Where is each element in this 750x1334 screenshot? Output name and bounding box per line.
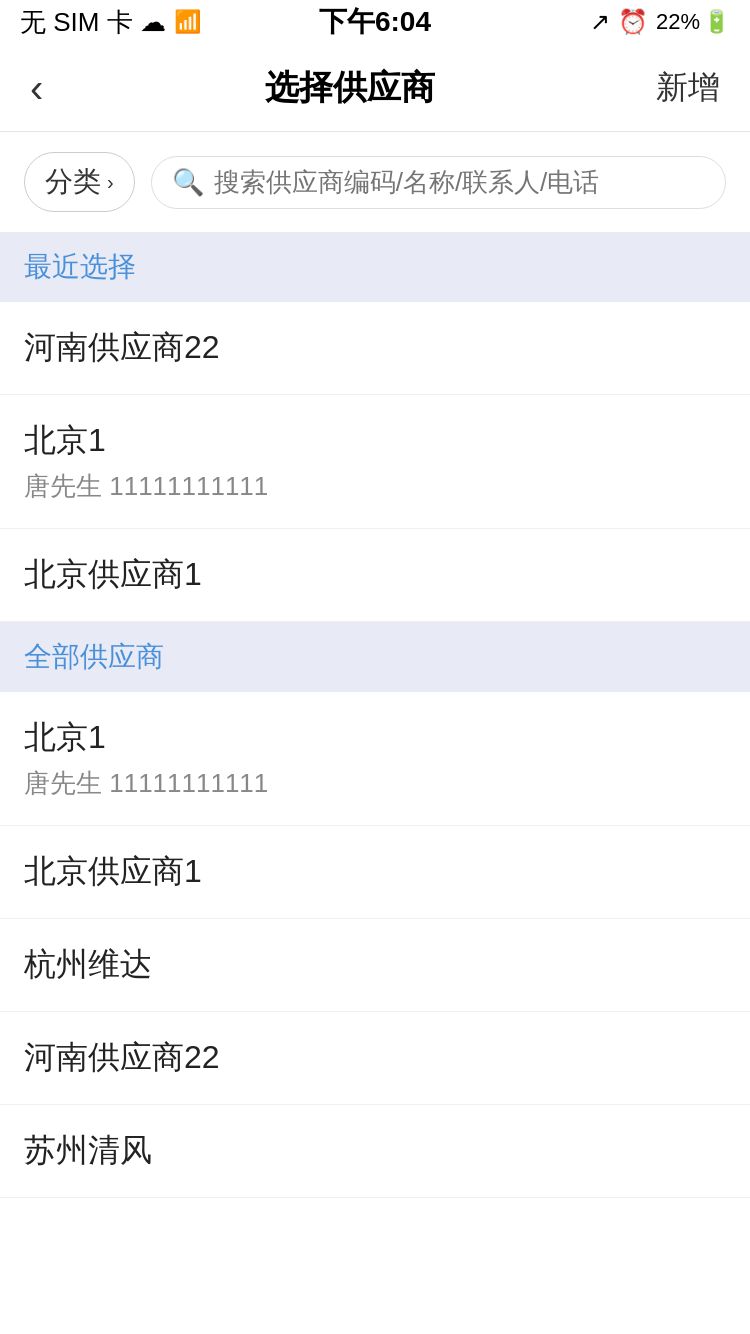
list-item[interactable]: 北京1 唐先生 11111111111 [0, 395, 750, 529]
list-item[interactable]: 河南供应商22 [0, 302, 750, 395]
search-icon: 🔍 [172, 167, 204, 198]
search-box[interactable]: 🔍 [151, 156, 726, 209]
search-input[interactable] [214, 167, 705, 198]
status-bar: 无 SIM 卡 ☁ 📶 下午6:04 ↗ ⏰ 22% 🔋 [0, 0, 750, 44]
category-button[interactable]: 分类 › [24, 152, 135, 212]
back-button[interactable]: ‹ [30, 68, 43, 108]
all-items-list: 北京1 唐先生 11111111111 北京供应商1 杭州维达河南供应商22 苏州清风 [0, 692, 750, 1198]
alarm-icon: ⏰ [618, 8, 648, 36]
item-name: 杭州维达 [24, 943, 726, 987]
no-sim-label: 无 SIM 卡 ☁ [20, 5, 166, 40]
list-item[interactable]: 苏州清风 [0, 1105, 750, 1198]
chevron-right-icon: › [107, 171, 114, 194]
battery-percentage: 22% [656, 9, 700, 35]
list-item[interactable]: 北京1 唐先生 11111111111 [0, 692, 750, 826]
nav-bar: ‹ 选择供应商 新增 [0, 44, 750, 132]
item-name: 北京1 [24, 716, 726, 760]
status-left: 无 SIM 卡 ☁ 📶 [20, 5, 201, 40]
location-icon: ↗ [590, 8, 610, 36]
item-name: 苏州清风 [24, 1129, 726, 1173]
list-item[interactable]: 北京供应商1 [0, 529, 750, 622]
page-title: 选择供应商 [265, 65, 435, 111]
list-item[interactable]: 河南供应商22 [0, 1012, 750, 1105]
list-item[interactable]: 杭州维达 [0, 919, 750, 1012]
battery-icon: 🔋 [703, 9, 730, 35]
wifi-icon: 📶 [174, 9, 201, 35]
add-button[interactable]: 新增 [656, 66, 720, 110]
status-right: ↗ ⏰ 22% 🔋 [590, 8, 730, 36]
item-sub: 唐先生 11111111111 [24, 469, 726, 504]
recent-section-label: 最近选择 [24, 251, 136, 282]
item-name: 北京供应商1 [24, 850, 726, 894]
all-section-label: 全部供应商 [24, 641, 164, 672]
recent-items-list: 河南供应商22 北京1 唐先生 11111111111 北京供应商1 [0, 302, 750, 622]
item-name: 河南供应商22 [24, 326, 726, 370]
item-name: 北京供应商1 [24, 553, 726, 597]
item-sub: 唐先生 11111111111 [24, 766, 726, 801]
filter-bar: 分类 › 🔍 [0, 132, 750, 232]
status-time: 下午6:04 [319, 3, 431, 41]
all-section-header: 全部供应商 [0, 622, 750, 692]
recent-section-header: 最近选择 [0, 232, 750, 302]
item-name: 北京1 [24, 419, 726, 463]
list-item[interactable]: 北京供应商1 [0, 826, 750, 919]
item-name: 河南供应商22 [24, 1036, 726, 1080]
category-label: 分类 [45, 163, 101, 201]
battery-indicator: 22% 🔋 [656, 9, 730, 35]
